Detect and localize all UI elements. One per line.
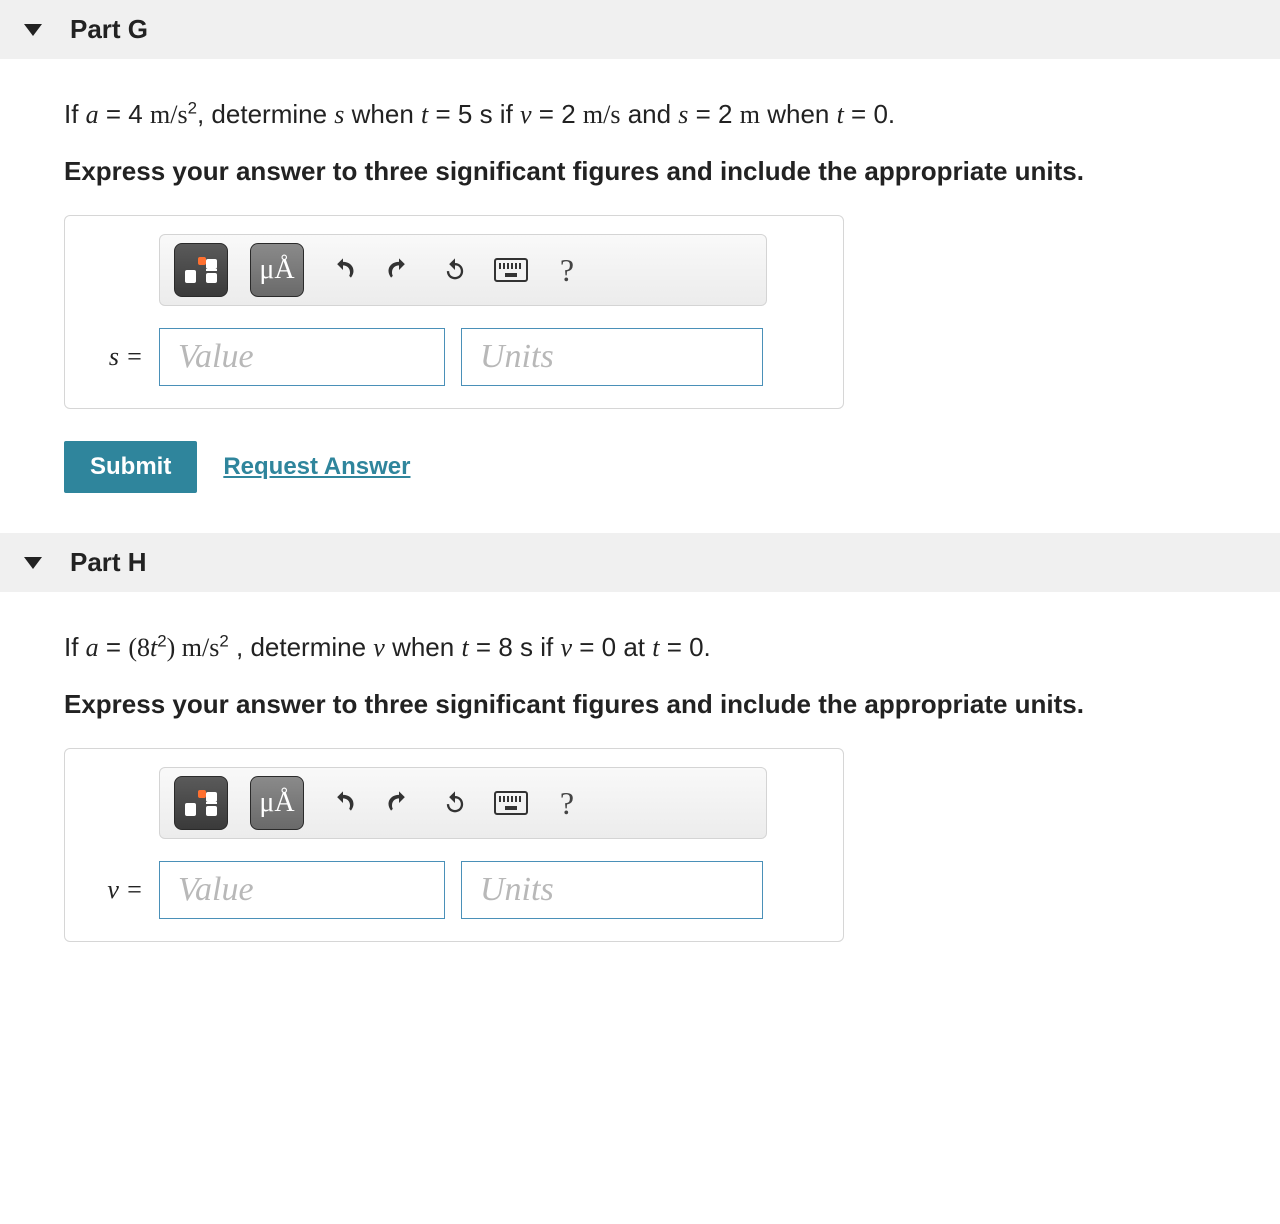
redo-button[interactable] [382,789,416,817]
mu-angstrom-icon: μÅ [259,254,294,286]
undo-icon [329,256,357,284]
help-button[interactable]: ? [550,785,584,822]
undo-icon [329,789,357,817]
toolbar: μÅ ? [159,234,767,306]
symbols-button[interactable]: μÅ [250,776,304,830]
keyboard-icon [494,258,528,282]
units-input[interactable]: Units [461,328,763,386]
caret-down-icon [24,557,42,569]
part-g-body: If a = 4 m/s2, determine s when t = 5 s … [0,59,1280,533]
part-g-header[interactable]: Part G [0,0,1280,59]
units-input[interactable]: Units [461,861,763,919]
mu-angstrom-icon: μÅ [259,787,294,819]
reset-icon [441,789,469,817]
part-g-instruction: Express your answer to three significant… [64,156,1232,187]
templates-button[interactable] [174,243,228,297]
symbols-button[interactable]: μÅ [250,243,304,297]
help-icon: ? [560,252,574,289]
submit-button[interactable]: Submit [64,441,197,493]
request-answer-link[interactable]: Request Answer [223,453,410,481]
help-icon: ? [560,785,574,822]
templates-icon [182,788,220,818]
part-g-input-row: s = Value Units [87,328,821,386]
templates-icon [182,255,220,285]
keyboard-icon [494,791,528,815]
caret-down-icon [24,24,42,36]
templates-button[interactable] [174,776,228,830]
reset-button[interactable] [438,256,472,284]
part-h-instruction: Express your answer to three significant… [64,689,1232,720]
part-h-input-row: v = Value Units [87,861,821,919]
undo-button[interactable] [326,256,360,284]
toolbar: μÅ ? [159,767,767,839]
redo-button[interactable] [382,256,416,284]
undo-button[interactable] [326,789,360,817]
redo-icon [385,256,413,284]
part-g-prompt: If a = 4 m/s2, determine s when t = 5 s … [64,95,1232,134]
part-g-answer-box: μÅ ? s = Value Units [64,215,844,409]
value-input[interactable]: Value [159,861,445,919]
redo-icon [385,789,413,817]
part-g-title: Part G [70,14,148,45]
keyboard-button[interactable] [494,258,528,282]
part-h-body: If a = (8t2) m/s2 , determine v when t =… [0,592,1280,962]
part-h-title: Part H [70,547,147,578]
reset-button[interactable] [438,789,472,817]
value-input[interactable]: Value [159,328,445,386]
reset-icon [441,256,469,284]
part-g-actions: Submit Request Answer [64,441,1232,493]
part-h-answer-box: μÅ ? v = Value Units [64,748,844,942]
part-g-var-label: s = [87,342,143,372]
part-h-header[interactable]: Part H [0,533,1280,592]
part-h-prompt: If a = (8t2) m/s2 , determine v when t =… [64,628,1232,667]
part-h-var-label: v = [87,875,143,905]
help-button[interactable]: ? [550,252,584,289]
keyboard-button[interactable] [494,791,528,815]
